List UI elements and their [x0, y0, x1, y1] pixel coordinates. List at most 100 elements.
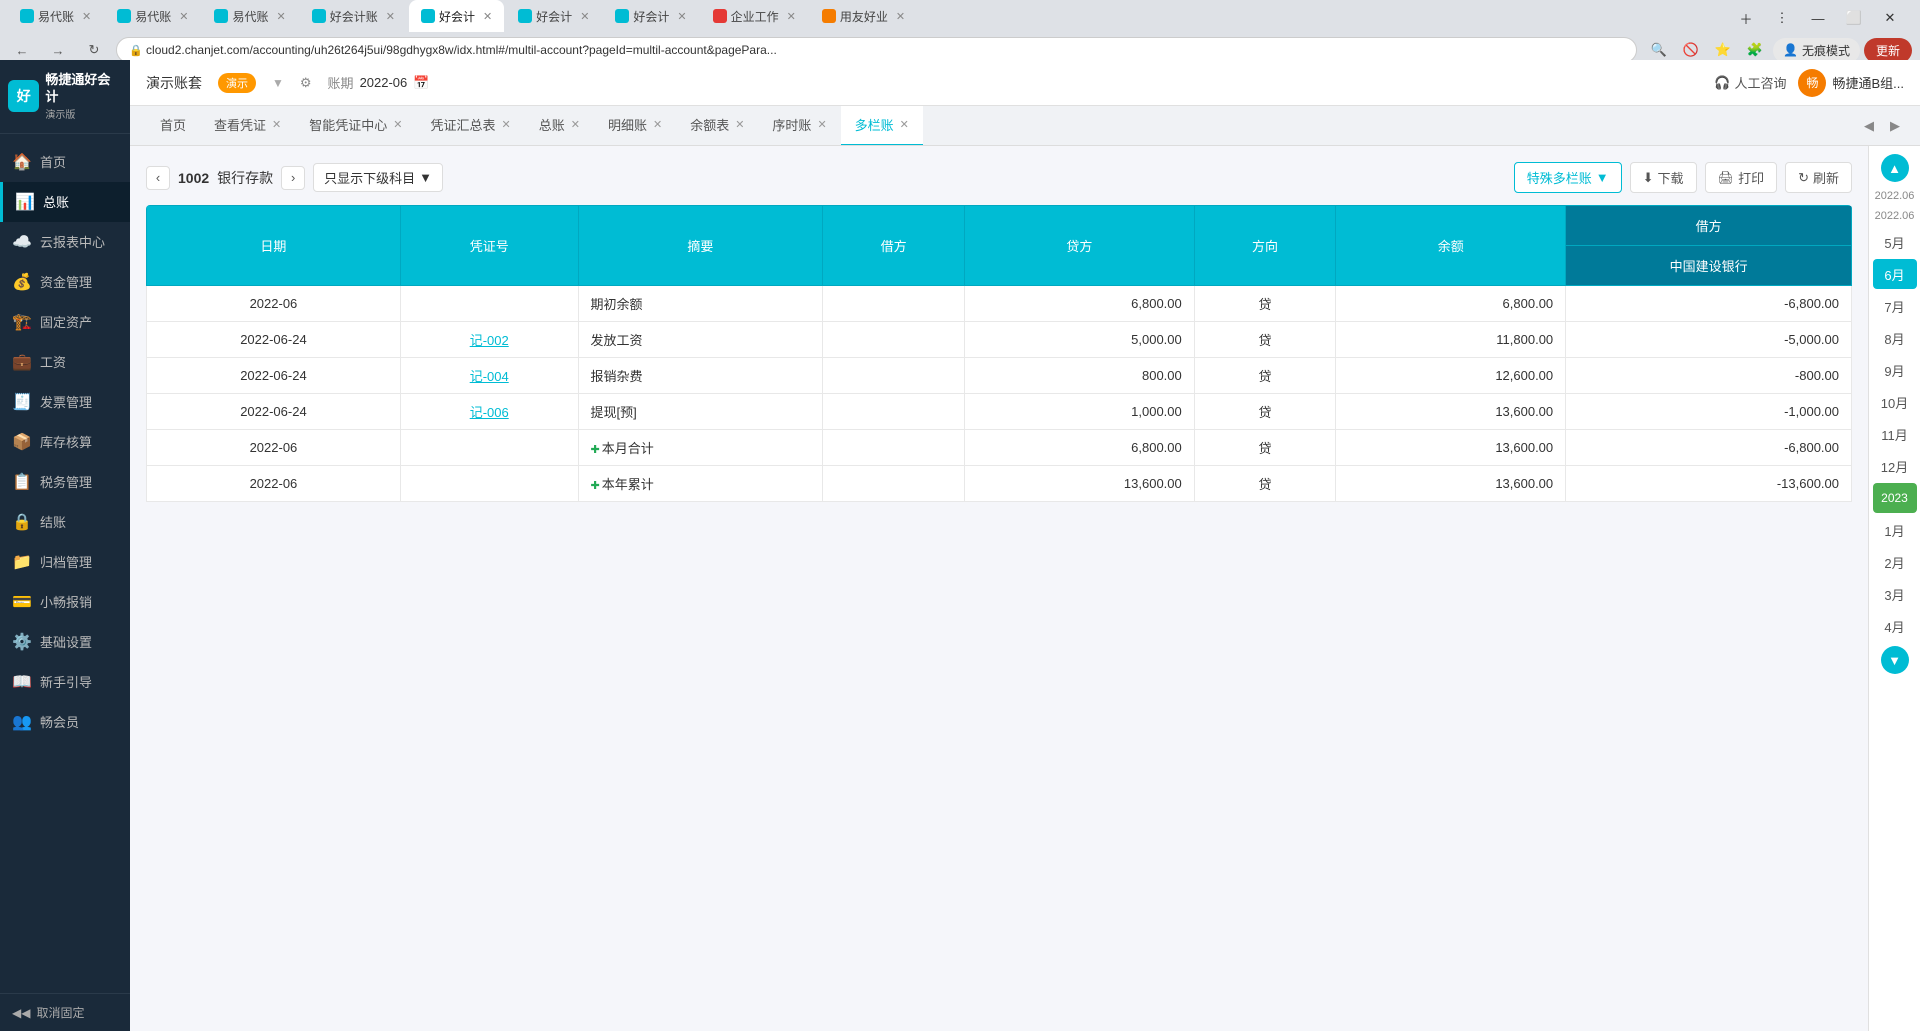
- calendar-month-9[interactable]: 9月: [1873, 355, 1917, 385]
- sidebar-item-fixed-assets[interactable]: 🏗️ 固定资产: [0, 302, 130, 342]
- cell-direction: 贷: [1194, 286, 1336, 322]
- cell-voucher: 记-004: [400, 358, 578, 394]
- browser-tab-6[interactable]: 好会计 ✕: [506, 0, 601, 32]
- tabs-collapse-left[interactable]: ◀: [1860, 114, 1878, 138]
- sidebar-item-guide[interactable]: 📖 新手引导: [0, 662, 130, 702]
- refresh-button[interactable]: ↻ 刷新: [1785, 162, 1852, 193]
- col-extra-header: 借方: [1566, 206, 1852, 246]
- settings-gear-icon[interactable]: ⚙: [300, 75, 312, 91]
- tab-multi-column[interactable]: 多栏账 ✕: [841, 106, 923, 146]
- calendar-year-2023-marker[interactable]: 2023: [1873, 483, 1917, 513]
- calendar-month-11[interactable]: 11月: [1873, 419, 1917, 449]
- tab-close-2[interactable]: ✕: [179, 10, 188, 23]
- new-tab-button[interactable]: ＋: [1732, 4, 1760, 32]
- tab-close-3[interactable]: ✕: [276, 10, 285, 23]
- sidebar-item-archive[interactable]: 📁 归档管理: [0, 542, 130, 582]
- browser-tab-8[interactable]: 企业工作 ✕: [701, 0, 808, 32]
- calendar-month-7[interactable]: 7月: [1873, 291, 1917, 321]
- prev-account-button[interactable]: ‹: [146, 166, 170, 190]
- tab-close-smart-center[interactable]: ✕: [393, 118, 402, 131]
- tab-close-9[interactable]: ✕: [896, 10, 905, 23]
- wuhen-mode-button[interactable]: 👤 无痕模式: [1773, 38, 1860, 63]
- browser-tab-3[interactable]: 易代账 ✕: [202, 0, 297, 32]
- update-button[interactable]: 更新: [1864, 38, 1912, 63]
- sidebar-item-cloud-report[interactable]: ☁️ 云报表中心: [0, 222, 130, 262]
- tab-close-1[interactable]: ✕: [82, 10, 91, 23]
- calendar-month-5[interactable]: 5月: [1873, 227, 1917, 257]
- minimize-button[interactable]: —: [1804, 4, 1832, 32]
- tab-view-voucher[interactable]: 查看凭证 ✕: [200, 106, 295, 146]
- next-account-button[interactable]: ›: [281, 166, 305, 190]
- voucher-link[interactable]: 记-004: [470, 369, 509, 384]
- tab-voucher-summary[interactable]: 凭证汇总表 ✕: [416, 106, 524, 146]
- tab-detail-ledger[interactable]: 明细账 ✕: [594, 106, 676, 146]
- sidebar-item-invoice[interactable]: 🧾 发票管理: [0, 382, 130, 422]
- calendar-month-2023-3[interactable]: 3月: [1873, 579, 1917, 609]
- calendar-month-8[interactable]: 8月: [1873, 323, 1917, 353]
- cell-debit: [823, 466, 965, 502]
- calendar-scroll-down[interactable]: ▼: [1881, 646, 1909, 674]
- tab-close-voucher-summary[interactable]: ✕: [502, 118, 511, 131]
- tabs-expand-right[interactable]: ▶: [1886, 114, 1904, 138]
- tab-home[interactable]: 首页: [146, 106, 200, 146]
- tab-smart-center[interactable]: 智能凭证中心 ✕: [295, 106, 416, 146]
- browser-tab-9[interactable]: 用友好业 ✕: [810, 0, 917, 32]
- tab-close-journal[interactable]: ✕: [817, 118, 826, 131]
- settings-icon: ⚙️: [12, 632, 32, 652]
- calendar-month-10[interactable]: 10月: [1873, 387, 1917, 417]
- sidebar-item-close[interactable]: 🔒 结账: [0, 502, 130, 542]
- tab-close-general-ledger[interactable]: ✕: [571, 118, 580, 131]
- tab-actions: ＋ ⋮ — ⬜ ✕: [1732, 4, 1912, 32]
- sidebar-item-home[interactable]: 🏠 首页: [0, 142, 130, 182]
- tab-close-4[interactable]: ✕: [386, 10, 395, 23]
- sidebar-item-inventory[interactable]: 📦 库存核算: [0, 422, 130, 462]
- sidebar-item-fund[interactable]: 💰 资金管理: [0, 262, 130, 302]
- table-row: 2022-06-24 记-006 提现[预] 1,000.00 贷 13,600…: [147, 394, 1852, 430]
- calendar-month-2023-2[interactable]: 2月: [1873, 547, 1917, 577]
- sidebar-item-tax[interactable]: 📋 税务管理: [0, 462, 130, 502]
- sidebar-item-salary[interactable]: 💼 工资: [0, 342, 130, 382]
- cell-balance: 12,600.00: [1336, 358, 1566, 394]
- tab-general-ledger[interactable]: 总账 ✕: [525, 106, 594, 146]
- tab-close-6[interactable]: ✕: [580, 10, 589, 23]
- print-button[interactable]: 🖨 打印: [1705, 162, 1778, 193]
- cell-date: 2022-06: [147, 286, 401, 322]
- sidebar-item-general-ledger[interactable]: 📊 总账: [0, 182, 130, 222]
- tab-close-multi-column[interactable]: ✕: [900, 118, 909, 131]
- tab-close-5[interactable]: ✕: [483, 10, 492, 23]
- tab-close-7[interactable]: ✕: [677, 10, 686, 23]
- download-button[interactable]: ⬇ 下载: [1630, 162, 1697, 193]
- browser-tab-4[interactable]: 好会计账 ✕: [300, 0, 407, 32]
- filter-select[interactable]: 只显示下级科目 ▼: [313, 163, 443, 192]
- calendar-month-12[interactable]: 12月: [1873, 451, 1917, 481]
- sidebar-item-settings[interactable]: ⚙️ 基础设置: [0, 622, 130, 662]
- voucher-link[interactable]: 记-006: [470, 405, 509, 420]
- browser-tab-1[interactable]: 易代账 ✕: [8, 0, 103, 32]
- calendar-month-2023-1[interactable]: 1月: [1873, 515, 1917, 545]
- tab-close-detail-ledger[interactable]: ✕: [653, 118, 662, 131]
- special-column-button[interactable]: 特殊多栏账 ▼: [1514, 162, 1622, 193]
- browser-tab-5[interactable]: 好会计 ✕: [409, 0, 504, 32]
- calendar-scroll-up[interactable]: ▲: [1881, 154, 1909, 182]
- browser-tab-2[interactable]: 易代账 ✕: [105, 0, 200, 32]
- tab-journal[interactable]: 序时账 ✕: [758, 106, 840, 146]
- sidebar-item-member[interactable]: 👥 畅会员: [0, 702, 130, 742]
- sidebar-item-expense[interactable]: 💳 小畅报销: [0, 582, 130, 622]
- maximize-button[interactable]: ⬜: [1840, 4, 1868, 32]
- unpin-button[interactable]: ◀◀ 取消固定: [0, 993, 130, 1031]
- consult-button[interactable]: 🎧 人工咨询: [1714, 73, 1786, 92]
- voucher-link[interactable]: 记-002: [470, 333, 509, 348]
- tab-balance-sheet[interactable]: 余额表 ✕: [676, 106, 758, 146]
- dropdown-arrow[interactable]: ▼: [272, 76, 284, 90]
- tab-close-balance-sheet[interactable]: ✕: [735, 118, 744, 131]
- calendar-month-2023-4[interactable]: 4月: [1873, 611, 1917, 641]
- invoice-icon: 🧾: [12, 392, 32, 412]
- calendar-icon[interactable]: 📅: [413, 75, 429, 91]
- tab-close-8[interactable]: ✕: [787, 10, 796, 23]
- user-info-area[interactable]: 畅 畅捷通B组...: [1798, 69, 1904, 97]
- browser-tab-7[interactable]: 好会计 ✕: [603, 0, 698, 32]
- calendar-month-6[interactable]: 6月: [1873, 259, 1917, 289]
- tab-close-view-voucher[interactable]: ✕: [272, 118, 281, 131]
- tab-list-button[interactable]: ⋮: [1768, 4, 1796, 32]
- close-window-button[interactable]: ✕: [1876, 4, 1904, 32]
